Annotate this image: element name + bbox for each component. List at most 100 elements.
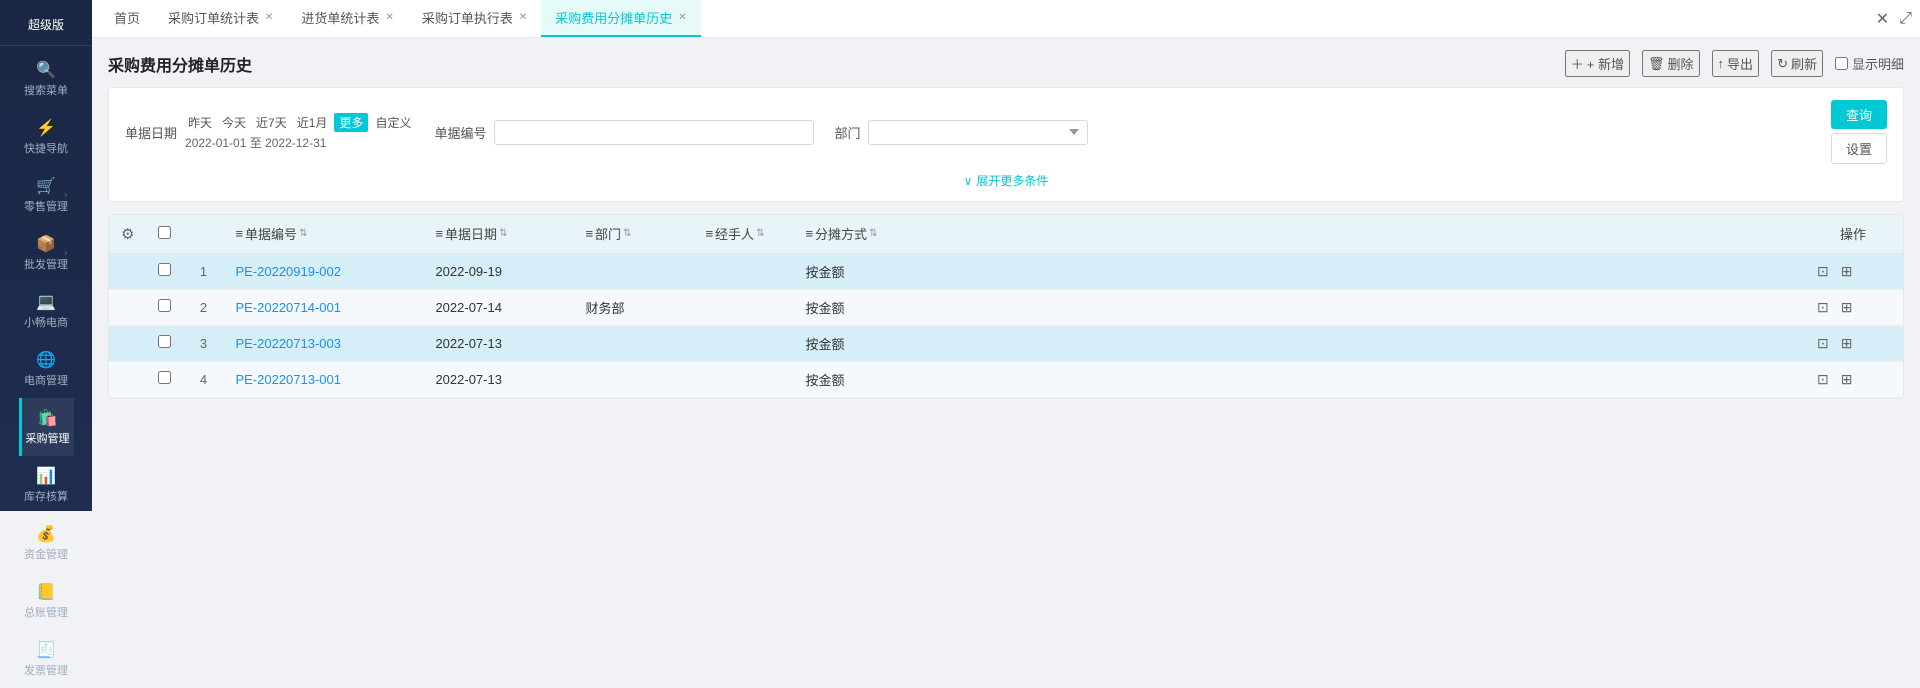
tab-purchase-stats[interactable]: 采购订单统计表✕: [154, 0, 287, 37]
tab-home[interactable]: 首页: [100, 0, 154, 37]
tab-stock-stats[interactable]: 进货单统计表✕: [287, 0, 407, 37]
row-check-3[interactable]: [158, 371, 171, 384]
page-header: 采购费用分摊单历史 ＋ + 新增 🗑 删除 ↑ 导出 ↻ 刷新: [108, 50, 1904, 77]
show-cols-input[interactable]: [1835, 57, 1848, 70]
th-method[interactable]: ≡ 分摊方式 ⇅: [793, 215, 1803, 253]
sidebar-item-accounting[interactable]: 📒总账管理: [19, 572, 74, 630]
shortcut-yesterday[interactable]: 昨天: [185, 113, 215, 132]
shortcut-today[interactable]: 今天: [219, 113, 249, 132]
row-docno-3: PE-20220713-001: [223, 361, 423, 397]
row-op-0: ⊡ ⊞: [1803, 253, 1903, 289]
row-method-0: 按金额: [793, 253, 1803, 289]
search-button[interactable]: 查询: [1831, 100, 1887, 129]
row-op-1: ⊡ ⊞: [1803, 289, 1903, 325]
retail-icon: 🛒: [36, 176, 56, 196]
purchase-icon: 🛍️: [38, 408, 58, 428]
row-date-0: 2022-09-19: [423, 253, 573, 289]
date-shortcuts: 昨天 今天 近7天 近1月 更多 自定义: [185, 113, 414, 132]
th-dept[interactable]: ≡ 部门 ⇅: [573, 215, 693, 253]
docno-input[interactable]: [494, 120, 814, 145]
page-title: 采购费用分摊单历史: [108, 52, 252, 76]
docno-link-3[interactable]: PE-20220713-001: [235, 372, 341, 387]
row-check-2[interactable]: [158, 335, 171, 348]
sort-method[interactable]: ≡ 分摊方式 ⇅: [805, 224, 877, 243]
delete-button[interactable]: 🗑 删除: [1642, 50, 1700, 77]
refresh-button[interactable]: ↻ 刷新: [1771, 50, 1823, 77]
quick-icon: ⚡: [36, 118, 56, 138]
sidebar-item-search[interactable]: 🔍搜索菜单: [19, 50, 74, 108]
sort-handler[interactable]: ≡ 经手人 ⇅: [705, 224, 764, 243]
tabs-bar: 首页采购订单统计表✕进货单统计表✕采购订单执行表✕采购费用分摊单历史✕ ✕ ⤢: [92, 0, 1920, 38]
docno-link-0[interactable]: PE-20220919-002: [235, 264, 341, 279]
shortcut-more[interactable]: 更多: [334, 113, 368, 132]
tab-close-purchase-fee-hist[interactable]: ✕: [678, 12, 686, 23]
search-icon: 🔍: [36, 60, 56, 80]
tab-purchase-exec[interactable]: 采购订单执行表✕: [408, 0, 541, 37]
row-num-0: 1: [183, 253, 223, 289]
edit-icon-0[interactable]: ⊞: [1839, 261, 1855, 282]
add-icon: ＋: [1571, 54, 1584, 73]
date-shortcuts-container: 昨天 今天 近7天 近1月 更多 自定义 2022-01-01 至 2022-1…: [185, 113, 414, 151]
row-check-0[interactable]: [158, 263, 171, 276]
table-container: ⚙ ≡ 单据编号 ⇅: [108, 214, 1904, 399]
view-icon-3[interactable]: ⊡: [1815, 369, 1831, 390]
settings-icon[interactable]: ⚙: [121, 226, 134, 243]
sidebar-item-purchase[interactable]: 🛍️采购管理: [19, 398, 74, 456]
sort-date[interactable]: ≡ 单据日期 ⇅: [435, 224, 507, 243]
delete-icon: 🗑: [1648, 56, 1665, 72]
dept-filter-label: 部门: [834, 123, 860, 142]
row-docno-1: PE-20220714-001: [223, 289, 423, 325]
edit-icon-2[interactable]: ⊞: [1839, 333, 1855, 354]
edit-icon-3[interactable]: ⊞: [1839, 369, 1855, 390]
add-button[interactable]: ＋ + 新增: [1565, 50, 1630, 77]
dept-select[interactable]: 财务部: [868, 120, 1088, 145]
table-header-row: ⚙ ≡ 单据编号 ⇅: [109, 215, 1903, 253]
th-settings: ⚙: [109, 215, 146, 253]
maximize-window-icon[interactable]: ⤢: [1899, 10, 1912, 28]
settings-button[interactable]: 设置: [1831, 133, 1887, 164]
row-date-3: 2022-07-13: [423, 361, 573, 397]
shortcut-1month[interactable]: 近1月: [294, 113, 331, 132]
mini-icon: 💻: [36, 292, 56, 312]
sidebar-item-wholesale[interactable]: 📦批发管理›: [19, 224, 74, 282]
sort-dept[interactable]: ≡ 部门 ⇅: [585, 224, 631, 243]
row-dept-1: 财务部: [573, 289, 693, 325]
sidebar-item-finance[interactable]: 💰资金管理: [19, 514, 74, 572]
tab-close-purchase-stats[interactable]: ✕: [265, 12, 273, 23]
docno-link-1[interactable]: PE-20220714-001: [235, 300, 341, 315]
sidebar-item-quick[interactable]: ⚡快捷导航: [19, 108, 74, 166]
tab-close-purchase-exec[interactable]: ✕: [519, 12, 527, 23]
show-cols-checkbox[interactable]: 显示明细: [1835, 54, 1904, 73]
export-button[interactable]: ↑ 导出: [1712, 50, 1760, 77]
th-date[interactable]: ≡ 单据日期 ⇅: [423, 215, 573, 253]
select-all-checkbox[interactable]: [158, 226, 171, 239]
docno-filter: 单据编号: [434, 120, 814, 145]
row-check-1[interactable]: [158, 299, 171, 312]
sidebar-item-retail[interactable]: 🛒零售管理›: [19, 166, 74, 224]
sidebar-item-invoice[interactable]: 🧾发票管理: [19, 630, 74, 688]
row-num-3: 4: [183, 361, 223, 397]
th-docno[interactable]: ≡ 单据编号 ⇅: [223, 215, 423, 253]
shortcut-custom[interactable]: 自定义: [372, 113, 414, 132]
expand-filter-button[interactable]: ∨ 展开更多条件: [125, 172, 1887, 189]
filter-row: 单据日期 昨天 今天 近7天 近1月 更多 自定义 2022-01-01 至 2…: [125, 100, 1887, 164]
th-handler[interactable]: ≡ 经手人 ⇅: [693, 215, 793, 253]
tab-purchase-fee-hist[interactable]: 采购费用分摊单历史✕: [541, 0, 700, 37]
row-handler-0: [693, 253, 793, 289]
row-checkbox-3: [146, 361, 183, 397]
sort-docno[interactable]: ≡ 单据编号 ⇅: [235, 224, 307, 243]
sidebar-item-inventory[interactable]: 📊库存核算: [19, 456, 74, 514]
shortcut-7days[interactable]: 近7天: [253, 113, 290, 132]
dept-filter: 部门 财务部: [834, 120, 1088, 145]
sidebar-item-ecom[interactable]: 🌐电商管理: [19, 340, 74, 398]
docno-link-2[interactable]: PE-20220713-003: [235, 336, 341, 351]
view-icon-0[interactable]: ⊡: [1815, 261, 1831, 282]
close-window-icon[interactable]: ✕: [1876, 9, 1889, 29]
sidebar-item-mini[interactable]: 💻小畅电商: [19, 282, 74, 340]
view-icon-1[interactable]: ⊡: [1815, 297, 1831, 318]
tab-close-stock-stats[interactable]: ✕: [385, 12, 393, 23]
view-icon-2[interactable]: ⊡: [1815, 333, 1831, 354]
edit-icon-1[interactable]: ⊞: [1839, 297, 1855, 318]
row-date-2: 2022-07-13: [423, 325, 573, 361]
sort-docno-icon: ⇅: [299, 228, 307, 239]
